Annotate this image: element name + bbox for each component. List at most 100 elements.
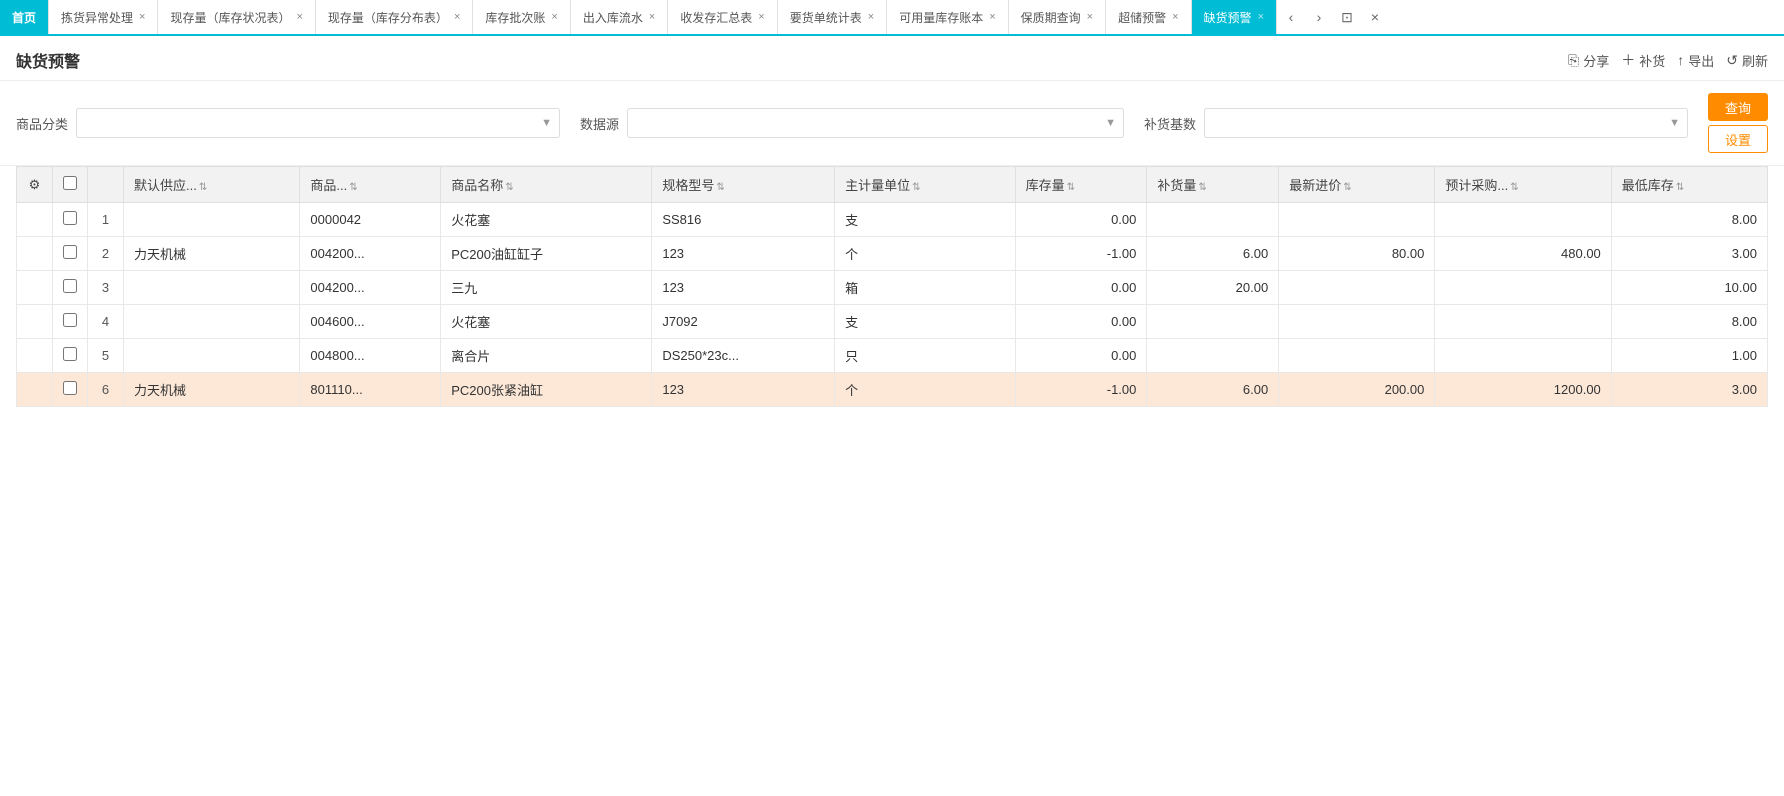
category-filter: 商品分类 ▼ bbox=[16, 108, 560, 138]
row-checkbox-cell[interactable] bbox=[53, 305, 88, 339]
page-header: 缺货预警 ⎘ 分享 ＋ 补货 ↑ 导出 ↺ 刷新 bbox=[0, 36, 1784, 81]
tab-close-flow[interactable]: × bbox=[649, 11, 655, 23]
replenish-base-input[interactable]: 安全库存 bbox=[1204, 108, 1688, 138]
row-gear-cell bbox=[17, 339, 53, 373]
row-stock-qty: 0.00 bbox=[1015, 203, 1147, 237]
row-checkbox-cell[interactable] bbox=[53, 237, 88, 271]
row-supplier bbox=[124, 271, 300, 305]
row-spec: 123 bbox=[652, 373, 835, 407]
tab-close-overstock[interactable]: × bbox=[1172, 11, 1178, 23]
query-button[interactable]: 查询 bbox=[1708, 93, 1768, 121]
tab-shortage[interactable]: 缺货预警× bbox=[1192, 0, 1277, 34]
col-replenish-qty[interactable]: 补货量⇅ bbox=[1147, 167, 1279, 203]
row-stock-qty: 0.00 bbox=[1015, 305, 1147, 339]
row-replenish-qty bbox=[1147, 305, 1279, 339]
tab-requisition[interactable]: 要货单统计表× bbox=[778, 0, 887, 34]
table-row: 2 力天机械 004200... PC200油缸缸子 123 个 -1.00 6… bbox=[17, 237, 1768, 271]
tab-close-inventory-dist[interactable]: × bbox=[454, 11, 460, 23]
row-checkbox-cell[interactable] bbox=[53, 373, 88, 407]
tab-next-btn[interactable]: › bbox=[1305, 0, 1333, 34]
row-min-stock: 10.00 bbox=[1611, 271, 1767, 305]
latest-price-sort-icon: ⇅ bbox=[1343, 182, 1351, 193]
col-est-purchase[interactable]: 预计采购...⇅ bbox=[1435, 167, 1611, 203]
row-stock-qty: -1.00 bbox=[1015, 237, 1147, 271]
col-gear[interactable]: ⚙ bbox=[17, 167, 53, 203]
row-replenish-qty bbox=[1147, 203, 1279, 237]
tab-inventory-dist[interactable]: 现存量（库存分布表）× bbox=[316, 0, 473, 34]
col-unit[interactable]: 主计量单位⇅ bbox=[835, 167, 1015, 203]
tab-collect[interactable]: 收发存汇总表× bbox=[668, 0, 777, 34]
row-product-code: 004800... bbox=[300, 339, 441, 373]
tab-close-available[interactable]: × bbox=[989, 11, 995, 23]
export-icon: ↑ bbox=[1677, 52, 1684, 68]
refresh-action[interactable]: ↺ 刷新 bbox=[1726, 51, 1768, 70]
row-product-name: 火花塞 bbox=[441, 305, 652, 339]
tab-overstock[interactable]: 超储预警× bbox=[1106, 0, 1191, 34]
col-supplier[interactable]: 默认供应...⇅ bbox=[124, 167, 300, 203]
row-spec: J7092 bbox=[652, 305, 835, 339]
tab-expiry[interactable]: 保质期查询× bbox=[1009, 0, 1106, 34]
row-checkbox[interactable] bbox=[63, 279, 77, 293]
col-spec[interactable]: 规格型号⇅ bbox=[652, 167, 835, 203]
row-checkbox[interactable] bbox=[63, 245, 77, 259]
row-unit: 支 bbox=[835, 203, 1015, 237]
row-checkbox[interactable] bbox=[63, 347, 77, 361]
row-stock-qty: 0.00 bbox=[1015, 339, 1147, 373]
tab-inventory-status[interactable]: 现存量（库存状况表）× bbox=[158, 0, 315, 34]
row-checkbox-cell[interactable] bbox=[53, 271, 88, 305]
row-min-stock: 3.00 bbox=[1611, 237, 1767, 271]
row-num: 5 bbox=[88, 339, 124, 373]
row-checkbox-cell[interactable] bbox=[53, 339, 88, 373]
row-checkbox-cell[interactable] bbox=[53, 203, 88, 237]
tab-close-shortage[interactable]: × bbox=[1258, 11, 1264, 23]
row-spec: SS816 bbox=[652, 203, 835, 237]
replenish-icon: ＋ bbox=[1621, 50, 1635, 70]
row-checkbox[interactable] bbox=[63, 381, 77, 395]
tab-close-batch[interactable]: × bbox=[551, 11, 557, 23]
category-input[interactable] bbox=[76, 108, 560, 138]
settings-button[interactable]: 设置 bbox=[1708, 125, 1768, 153]
datasource-input[interactable]: 可用量 bbox=[627, 108, 1124, 138]
tab-abnormal[interactable]: 拣货异常处理× bbox=[49, 0, 158, 34]
row-checkbox[interactable] bbox=[63, 211, 77, 225]
row-unit: 支 bbox=[835, 305, 1015, 339]
tab-flow[interactable]: 出入库流水× bbox=[571, 0, 668, 34]
replenish-action[interactable]: ＋ 补货 bbox=[1621, 50, 1665, 70]
row-product-code: 004200... bbox=[300, 237, 441, 271]
row-est-purchase bbox=[1435, 271, 1611, 305]
row-unit: 个 bbox=[835, 237, 1015, 271]
row-product-code: 004600... bbox=[300, 305, 441, 339]
col-product-name[interactable]: 商品名称⇅ bbox=[441, 167, 652, 203]
row-num: 6 bbox=[88, 373, 124, 407]
row-latest-price bbox=[1279, 339, 1435, 373]
row-gear-cell bbox=[17, 373, 53, 407]
tab-close-inventory-status[interactable]: × bbox=[296, 11, 302, 23]
col-product-code[interactable]: 商品...⇅ bbox=[300, 167, 441, 203]
row-est-purchase: 480.00 bbox=[1435, 237, 1611, 271]
tab-close-requisition[interactable]: × bbox=[868, 11, 874, 23]
tab-close-expiry[interactable]: × bbox=[1087, 11, 1093, 23]
tab-home[interactable]: 首页 bbox=[0, 0, 49, 34]
tab-available[interactable]: 可用量库存账本× bbox=[887, 0, 1008, 34]
supplier-sort-icon: ⇅ bbox=[199, 182, 207, 193]
row-checkbox[interactable] bbox=[63, 313, 77, 327]
select-all-checkbox[interactable] bbox=[63, 176, 77, 190]
page-content: 缺货预警 ⎘ 分享 ＋ 补货 ↑ 导出 ↺ 刷新 商品分类 bbox=[0, 36, 1784, 796]
col-min-stock[interactable]: 最低库存⇅ bbox=[1611, 167, 1767, 203]
export-action[interactable]: ↑ 导出 bbox=[1677, 51, 1714, 70]
row-gear-cell bbox=[17, 237, 53, 271]
tab-close-all-btn[interactable]: × bbox=[1361, 0, 1389, 34]
tab-restore-btn[interactable]: ⊡ bbox=[1333, 0, 1361, 34]
col-checkbox-header[interactable] bbox=[53, 167, 88, 203]
col-stock-qty[interactable]: 库存量⇅ bbox=[1015, 167, 1147, 203]
col-latest-price[interactable]: 最新进价⇅ bbox=[1279, 167, 1435, 203]
tab-close-abnormal[interactable]: × bbox=[139, 11, 145, 23]
row-product-name: 离合片 bbox=[441, 339, 652, 373]
tab-batch[interactable]: 库存批次账× bbox=[473, 0, 570, 34]
row-num: 3 bbox=[88, 271, 124, 305]
row-latest-price bbox=[1279, 203, 1435, 237]
share-action[interactable]: ⎘ 分享 bbox=[1568, 51, 1609, 70]
table-row: 6 力天机械 801110... PC200张紧油缸 123 个 -1.00 6… bbox=[17, 373, 1768, 407]
tab-close-collect[interactable]: × bbox=[758, 11, 764, 23]
tab-prev-btn[interactable]: ‹ bbox=[1277, 0, 1305, 34]
